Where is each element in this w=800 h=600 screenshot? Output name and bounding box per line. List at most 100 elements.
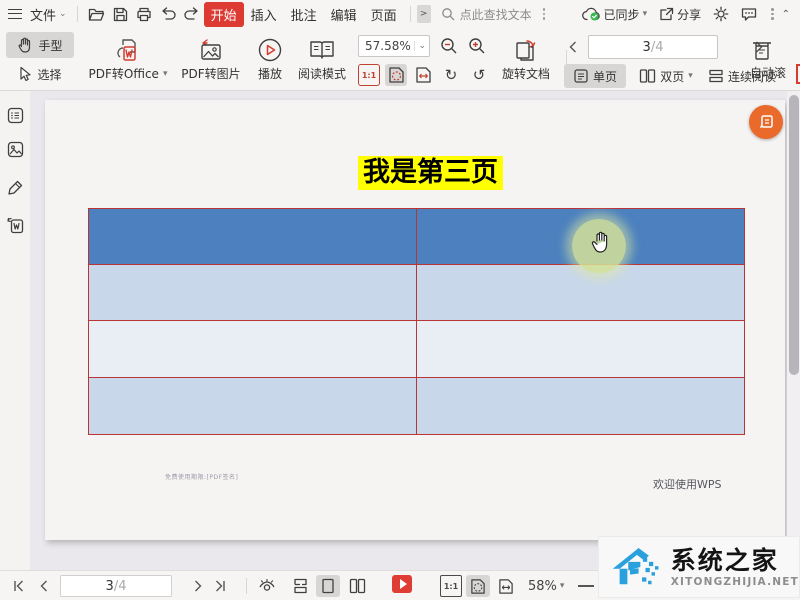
undo-button[interactable] [156, 3, 180, 25]
tab-page[interactable]: 页面 [364, 2, 404, 27]
toolbar: 手型 选择 PDF转Office ▾ PDF转图片 [0, 28, 800, 91]
table-cell [89, 378, 417, 434]
chevron-left-icon [40, 580, 48, 592]
watermark-name: 系统之家 [671, 547, 799, 574]
outline-list-icon [7, 107, 24, 124]
zoom-level-value: 57.58% [365, 39, 411, 53]
play-icon [400, 579, 407, 589]
page-number-input[interactable]: 3/4 [60, 575, 172, 597]
hand-tool-label: 手型 [38, 37, 62, 54]
zoom-level-value: 58% [528, 579, 557, 594]
last-page-icon [215, 580, 226, 592]
fit-page-button[interactable] [466, 575, 490, 597]
pdf-page[interactable]: 我是第三页 免费使用期限:[PDF签名] [45, 100, 785, 540]
pdf-to-office-label: PDF转Office [89, 65, 159, 82]
divider [77, 6, 78, 22]
continuous-read-icon [708, 68, 724, 84]
pdf-to-image-button[interactable]: PDF转图片 [176, 31, 246, 88]
last-page-button[interactable] [210, 575, 230, 597]
magnifier-minus-icon [440, 37, 458, 55]
next-page-button[interactable] [188, 575, 208, 597]
first-page-button[interactable] [8, 575, 28, 597]
sign-panel-button[interactable] [5, 177, 25, 197]
zoom-out-button[interactable] [438, 35, 460, 57]
play-slideshow-button[interactable] [392, 575, 412, 593]
settings-button[interactable] [709, 3, 733, 25]
table-row [89, 265, 744, 321]
hand-tool-button[interactable]: 手型 [6, 32, 74, 58]
actual-size-button[interactable]: 1:1 [440, 575, 462, 597]
prev-page-button[interactable] [564, 36, 582, 58]
share-icon [659, 7, 674, 21]
redo-icon [184, 7, 200, 21]
pdf-to-image-label: PDF转图片 [181, 65, 240, 82]
double-page-button[interactable]: 双页 ▾ [632, 64, 700, 88]
fit-width-button[interactable] [412, 64, 434, 86]
file-menu[interactable]: 文件 ⌄ [26, 3, 71, 25]
table-cell [89, 209, 417, 265]
zoom-in-button[interactable] [466, 35, 488, 57]
rotate-ccw-icon[interactable]: ↺ [468, 64, 490, 86]
clipped-button-fragment [796, 64, 800, 84]
divider [410, 6, 411, 22]
divider [246, 578, 247, 594]
chevron-down-icon: ▾ [643, 9, 648, 19]
double-page-layout-button[interactable] [344, 575, 370, 597]
find-text-button[interactable]: 点此查找文本 [441, 6, 546, 23]
table-cell [417, 321, 745, 378]
feedback-button[interactable] [737, 3, 761, 25]
share-button[interactable]: 分享 [655, 3, 705, 25]
chevron-down-icon: ▾ [163, 69, 168, 79]
tab-edit[interactable]: 编辑 [324, 2, 364, 27]
xitongzhijia-logo-icon [611, 541, 663, 593]
redo-button[interactable] [180, 3, 204, 25]
continuous-layout-button[interactable] [288, 575, 312, 597]
eye-protect-button[interactable] [254, 575, 280, 597]
page-number-input[interactable]: 3/4 [588, 35, 718, 59]
hamburger-menu-icon[interactable] [8, 9, 22, 19]
fit-width-button[interactable] [494, 575, 518, 597]
tabs-overflow-button[interactable]: > [417, 5, 431, 23]
read-mode-label: 阅读模式 [298, 65, 346, 82]
sync-status-button[interactable]: 已同步 ▾ [578, 3, 652, 25]
thumbnail-panel-button[interactable] [5, 139, 25, 159]
single-page-button[interactable]: 单页 [564, 64, 626, 88]
rotate-document-button[interactable]: 旋转文档 [496, 31, 556, 88]
folder-open-icon [88, 7, 105, 22]
play-circle-icon [257, 37, 283, 63]
wps-pdf-window: 文件 ⌄ 开始 插入 批注 编辑 页面 > 点此查找文本 [0, 0, 800, 600]
export-word-panel-button[interactable] [5, 215, 25, 235]
page-current: 3 [643, 40, 651, 55]
auto-scroll-button[interactable]: 自动滚 [742, 31, 800, 88]
tab-home[interactable]: 开始 [204, 2, 244, 27]
tab-comment[interactable]: 批注 [284, 2, 324, 27]
pdf-to-office-icon [115, 37, 141, 63]
select-tool-button[interactable]: 选择 [6, 61, 74, 87]
chevron-down-icon: ⌄ [59, 9, 67, 19]
prev-page-button[interactable] [34, 575, 54, 597]
pdf-to-office-button[interactable]: PDF转Office ▾ [86, 31, 170, 88]
play-button[interactable]: 播放 [248, 31, 292, 88]
eye-icon [258, 579, 276, 593]
collapse-toolbar-button[interactable]: ⌃ [778, 9, 794, 20]
convert-floating-button[interactable] [749, 105, 783, 139]
zoom-level-select[interactable]: 58% ▾ [528, 575, 564, 597]
fit-page-button[interactable] [385, 64, 407, 86]
outline-panel-button[interactable] [5, 105, 25, 125]
zoom-level-select[interactable]: 57.58% ⌄ [358, 35, 430, 57]
rotate-cw-icon[interactable]: ↻ [440, 64, 462, 86]
read-mode-button[interactable]: 阅读模式 [292, 31, 352, 88]
vertical-scrollbar[interactable] [787, 91, 800, 570]
tab-insert[interactable]: 插入 [244, 2, 284, 27]
more-options-icon[interactable] [771, 8, 774, 20]
single-page-layout-button[interactable] [316, 575, 340, 597]
open-file-button[interactable] [84, 3, 109, 25]
zoom-out-slider-button[interactable] [576, 575, 596, 597]
print-button[interactable] [132, 3, 156, 25]
scrollbar-thumb[interactable] [789, 95, 799, 375]
auto-scroll-label: 自动滚 [750, 64, 786, 81]
save-button[interactable] [109, 3, 132, 25]
search-more-icon[interactable] [543, 8, 546, 20]
document-viewer[interactable]: 我是第三页 免费使用期限:[PDF签名] [30, 91, 800, 570]
actual-size-button[interactable]: 1:1 [358, 64, 380, 86]
